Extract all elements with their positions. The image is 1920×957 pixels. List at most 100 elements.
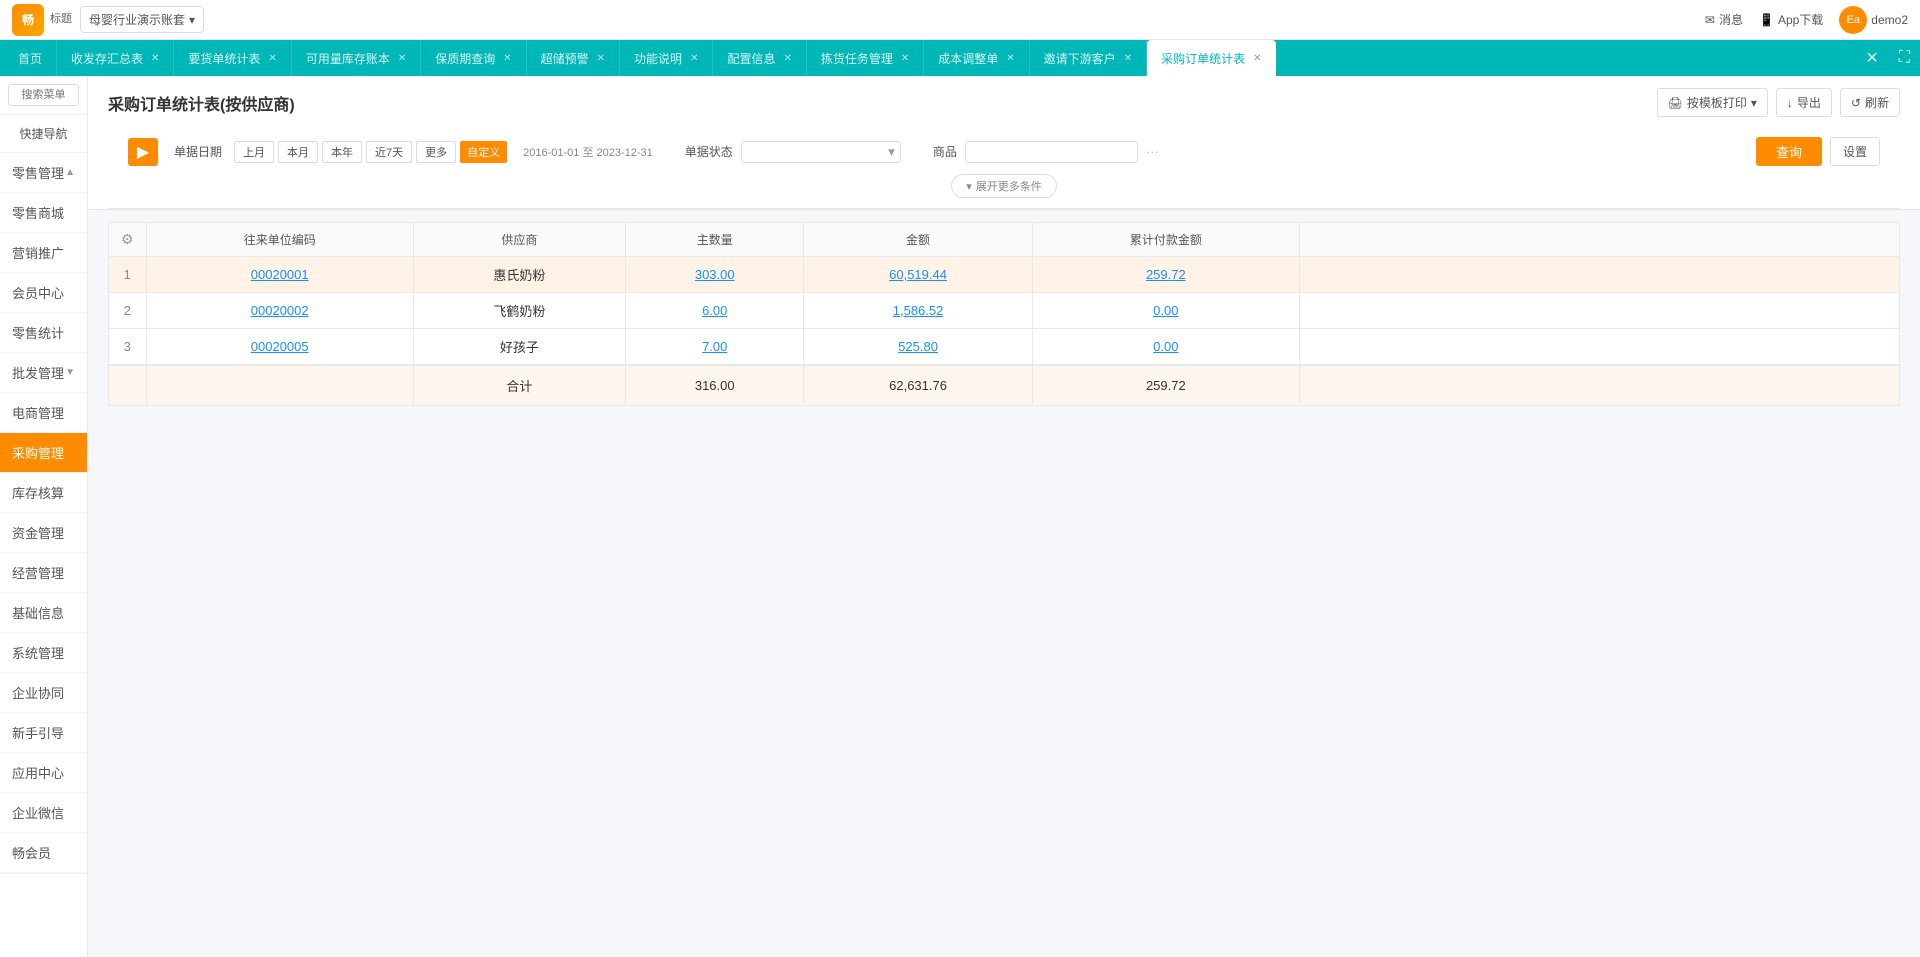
row-amount[interactable]: 60,519.44 (804, 257, 1032, 293)
sidebar-item-label: 企业微信 (12, 803, 64, 822)
status-select[interactable] (741, 141, 901, 163)
logo: 畅 标题 (12, 4, 72, 36)
footer-paid: 259.72 (1032, 365, 1299, 406)
close-icon[interactable]: ✕ (1124, 53, 1132, 64)
table-row[interactable]: 3 00020005 好孩子 7.00 525.80 0.00 (109, 329, 1900, 366)
sidebar-item-label: 营销推广 (12, 243, 64, 262)
sidebar-item-marketing[interactable]: 营销推广 (0, 233, 87, 273)
sidebar-item-label: 新手引导 (12, 723, 64, 742)
tab-overstock-warning[interactable]: 超储预警 ✕ (527, 40, 620, 76)
row-qty[interactable]: 6.00 (626, 293, 804, 329)
row-paid[interactable]: 0.00 (1032, 293, 1299, 329)
close-all-tabs-btn[interactable]: ✕ (1859, 46, 1884, 70)
date-custom-badge[interactable]: 自定义 (460, 141, 507, 163)
row-qty[interactable]: 303.00 (626, 257, 804, 293)
footer-row: 合计 316.00 62,631.76 259.72 (109, 365, 1900, 406)
row-amount[interactable]: 1,586.52 (804, 293, 1032, 329)
sidebar-item-retail-stat[interactable]: 零售统计 (0, 313, 87, 353)
tab-expiry-query[interactable]: 保质期查询 ✕ (421, 40, 526, 76)
sidebar-item-basic-info[interactable]: 基础信息 (0, 593, 87, 633)
date-btn-last-month[interactable]: 上月 (234, 141, 274, 163)
sidebar-item-enterprise-wechat[interactable]: 企业微信 (0, 793, 87, 833)
th-main-qty: 主数量 (626, 223, 804, 257)
more-options-icon[interactable]: ··· (1146, 144, 1159, 159)
sidebar-item-retail-mgmt[interactable]: 零售管理 ▲ (0, 153, 87, 193)
tab-invite-downstream[interactable]: 邀请下游客户 ✕ (1030, 40, 1147, 76)
workspace-selector[interactable]: 母婴行业演示账套 ▾ (80, 6, 204, 33)
fullscreen-btn[interactable]: ⛶ (1893, 47, 1916, 69)
tab-label: 功能说明 (634, 50, 682, 67)
sidebar-item-app-center[interactable]: 应用中心 (0, 753, 87, 793)
row-code[interactable]: 00020001 (146, 257, 413, 293)
close-icon[interactable]: ✕ (901, 53, 909, 64)
close-icon[interactable]: ✕ (1253, 53, 1261, 64)
date-btn-this-month[interactable]: 本月 (278, 141, 318, 163)
row-code[interactable]: 00020005 (146, 329, 413, 366)
tab-label: 成本调整单 (938, 50, 998, 67)
expand-more-label: 展开更多条件 (976, 178, 1042, 194)
th-settings: ⚙ (109, 223, 147, 257)
sidebar-item-system-mgmt[interactable]: 系统管理 (0, 633, 87, 673)
settings-btn[interactable]: 设置 (1830, 137, 1880, 166)
refresh-btn[interactable]: ↺ 刷新 (1840, 88, 1900, 117)
sidebar-item-label: 资金管理 (12, 523, 64, 542)
close-icon[interactable]: ✕ (1006, 53, 1014, 64)
sidebar-item-finance-mgmt[interactable]: 资金管理 (0, 513, 87, 553)
close-icon[interactable]: ✕ (151, 53, 159, 64)
user-profile[interactable]: Ea demo2 (1839, 6, 1908, 34)
sidebar-item-member-center[interactable]: 会员中心 (0, 273, 87, 313)
sidebar-item-ecommerce[interactable]: 电商管理 (0, 393, 87, 433)
row-qty[interactable]: 7.00 (626, 329, 804, 366)
sidebar-item-guide[interactable]: 新手引导 (0, 713, 87, 753)
close-icon[interactable]: ✕ (783, 53, 791, 64)
tab-function-desc[interactable]: 功能说明 ✕ (620, 40, 713, 76)
sidebar-item-stock-accounting[interactable]: 库存核算 (0, 473, 87, 513)
app-download-btn[interactable]: 📱 App下载 (1759, 11, 1823, 28)
tab-available-stock[interactable]: 可用量库存账本 ✕ (292, 40, 421, 76)
filter-row-date: ▶ 单据日期 上月 本月 本年 近7天 更多 自定义 2016-01-01 至 … (128, 137, 1880, 166)
message-btn[interactable]: ✉ 消息 (1705, 11, 1743, 28)
date-btn-this-year[interactable]: 本年 (322, 141, 362, 163)
export-btn[interactable]: ↓ 导出 (1776, 88, 1832, 117)
sidebar-item-purchase-mgmt[interactable]: 采购管理 (0, 433, 87, 473)
template-print-btn[interactable]: 🖨 按模板打印 ▾ (1657, 88, 1768, 117)
tab-config-info[interactable]: 配置信息 ✕ (713, 40, 806, 76)
tab-requisition-stat[interactable]: 要货单统计表 ✕ (174, 40, 291, 76)
date-btn-7days[interactable]: 近7天 (366, 141, 412, 163)
sidebar-item-vip[interactable]: 畅会员 (0, 833, 87, 873)
row-paid[interactable]: 259.72 (1032, 257, 1299, 293)
tab-receive-summary[interactable]: 收发存汇总表 ✕ (57, 40, 174, 76)
expand-more-btn[interactable]: ▾ 展开更多条件 (951, 174, 1057, 198)
chevron-down-icon: ▼ (65, 367, 75, 378)
column-settings-icon[interactable]: ⚙ (121, 231, 134, 247)
close-icon[interactable]: ✕ (503, 53, 511, 64)
tab-purchase-order-stat[interactable]: 采购订单统计表 ✕ (1147, 40, 1276, 76)
sidebar-item-quick-nav[interactable]: 快捷导航 (0, 119, 87, 148)
row-amount[interactable]: 525.80 (804, 329, 1032, 366)
tab-picking-task[interactable]: 拣货任务管理 ✕ (807, 40, 924, 76)
tab-home[interactable]: 首页 (4, 40, 57, 76)
tab-label: 保质期查询 (435, 50, 495, 67)
query-btn[interactable]: 查询 (1756, 137, 1822, 166)
goods-input[interactable] (965, 141, 1138, 163)
sidebar-item-retail-mall[interactable]: 零售商城 (0, 193, 87, 233)
sidebar-item-enterprise-collab[interactable]: 企业协同 (0, 673, 87, 713)
sidebar-item-wholesale-mgmt[interactable]: 批发管理 ▼ (0, 353, 87, 393)
footer-qty: 316.00 (626, 365, 804, 406)
close-icon[interactable]: ✕ (597, 53, 605, 64)
sidebar-quick-nav: 快捷导航 (0, 115, 87, 153)
close-icon[interactable]: ✕ (398, 53, 406, 64)
row-paid[interactable]: 0.00 (1032, 329, 1299, 366)
sidebar-item-label: 基础信息 (12, 603, 64, 622)
row-code[interactable]: 00020002 (146, 293, 413, 329)
date-btn-more[interactable]: 更多 (416, 141, 456, 163)
tab-cost-adjust[interactable]: 成本调整单 ✕ (924, 40, 1029, 76)
table-row[interactable]: 1 00020001 惠氏奶粉 303.00 60,519.44 259.72 (109, 257, 1900, 293)
sidebar-item-operations-mgmt[interactable]: 经营管理 (0, 553, 87, 593)
table-row[interactable]: 2 00020002 飞鹤奶粉 6.00 1,586.52 0.00 (109, 293, 1900, 329)
top-bar: 畅 标题 母婴行业演示账套 ▾ ✉ 消息 📱 App下载 Ea demo2 (0, 0, 1920, 40)
collapse-filter-btn[interactable]: ▶ (128, 138, 158, 166)
search-input[interactable] (8, 84, 79, 106)
close-icon[interactable]: ✕ (690, 53, 698, 64)
close-icon[interactable]: ✕ (268, 53, 276, 64)
